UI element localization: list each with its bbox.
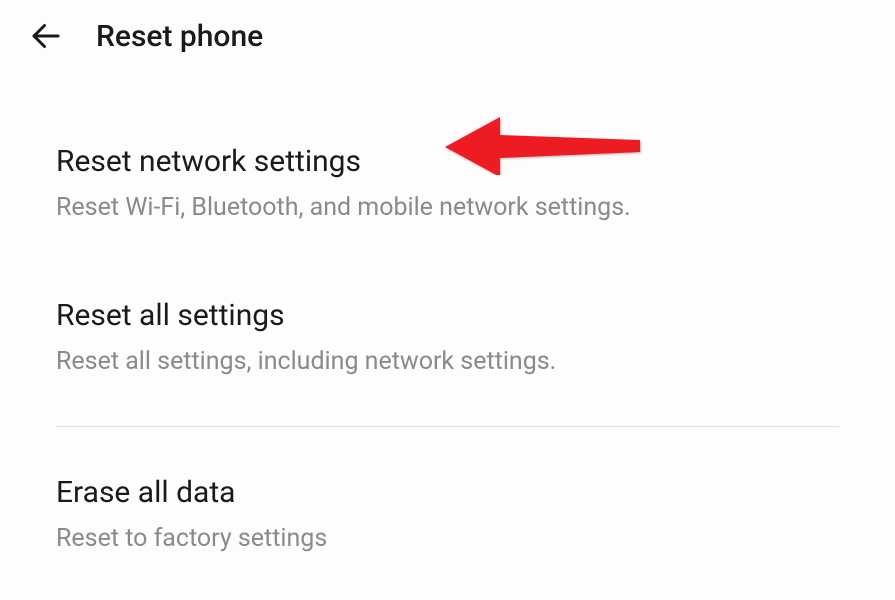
setting-reset-all[interactable]: Reset all settings Reset all settings, i… [56, 250, 839, 404]
header: Reset phone [0, 0, 895, 72]
setting-subtitle: Reset all settings, including network se… [56, 347, 839, 376]
setting-subtitle: Reset to factory settings [56, 524, 839, 553]
setting-reset-network[interactable]: Reset network settings Reset Wi-Fi, Blue… [56, 72, 839, 250]
setting-title: Erase all data [56, 475, 839, 510]
page-title: Reset phone [96, 19, 263, 54]
setting-erase-all[interactable]: Erase all data Reset to factory settings [56, 427, 839, 581]
setting-subtitle: Reset Wi-Fi, Bluetooth, and mobile netwo… [56, 193, 839, 222]
setting-title: Reset all settings [56, 298, 839, 333]
settings-content: Reset network settings Reset Wi-Fi, Blue… [0, 72, 895, 581]
back-arrow-icon[interactable] [28, 18, 64, 54]
setting-title: Reset network settings [56, 144, 839, 179]
